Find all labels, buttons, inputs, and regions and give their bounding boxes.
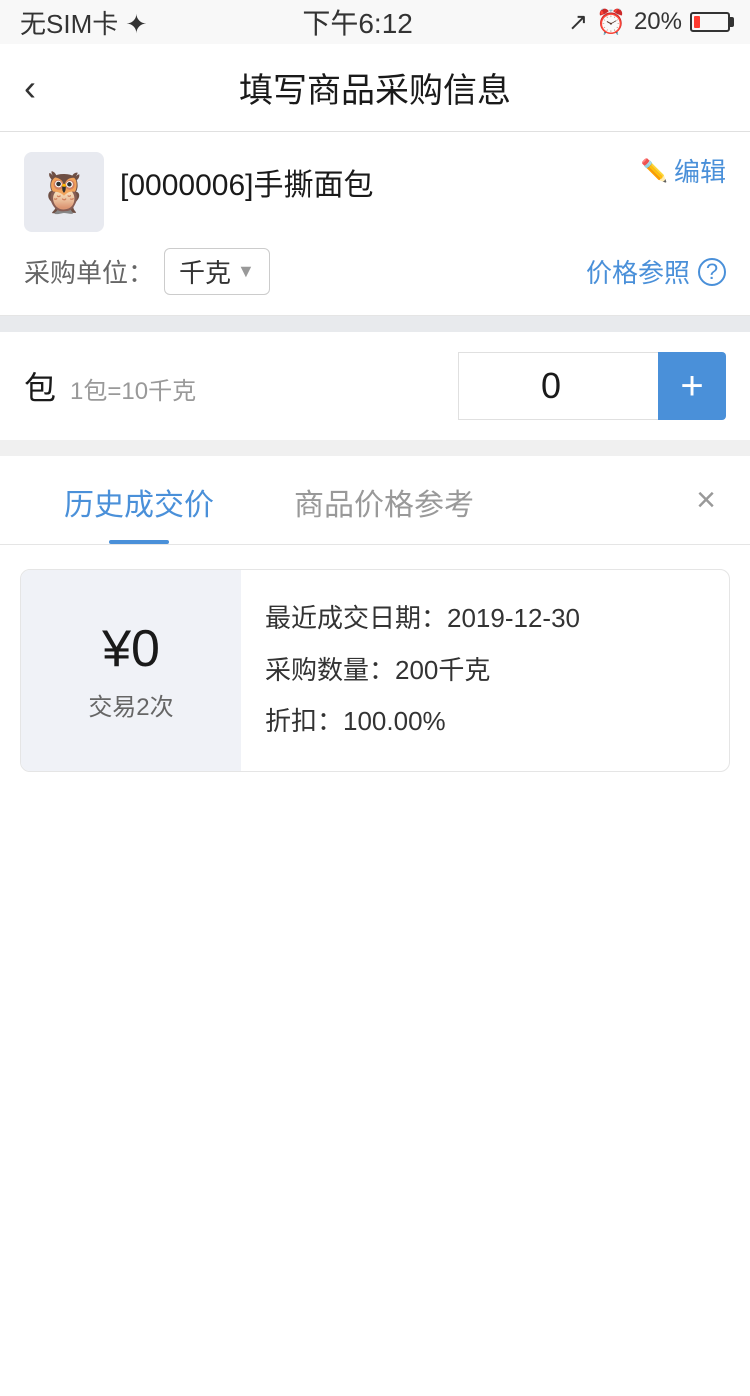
battery-icon <box>690 12 730 32</box>
price-ref-help-icon: ? <box>698 258 726 286</box>
recent-date-row: 最近成交日期：2019-12-30 <box>265 598 705 640</box>
tab-product-ref-label: 商品价格参考 <box>294 489 474 522</box>
carrier-text: 无SIM卡 ✦ <box>20 4 147 41</box>
status-bar: 无SIM卡 ✦ 下午6:12 ↗ ⏰ 20% <box>0 0 750 44</box>
tab-history-label: 历史成交价 <box>64 489 214 522</box>
purchase-quantity-row: 采购数量：200千克 <box>265 650 705 692</box>
dropdown-arrow-icon: ▼ <box>237 261 255 282</box>
history-card-left: ¥0 交易2次 <box>21 570 241 771</box>
navigation-icon: ↗ <box>568 8 588 37</box>
battery-percent: 20% <box>634 8 682 36</box>
tabs-left: 历史成交价 商品价格参考 <box>24 456 514 544</box>
plus-icon: + <box>680 364 703 409</box>
price-value: 0 <box>131 620 160 678</box>
product-unit-row: 采购单位： 千克 ▼ 价格参照 ? <box>24 248 726 295</box>
edit-button[interactable]: ✏️ 编辑 <box>641 152 726 189</box>
quantity-sub-label: 1包=10千克 <box>70 371 196 406</box>
back-icon: ‹ <box>24 67 36 109</box>
unit-left: 采购单位： 千克 ▼ <box>24 248 270 295</box>
back-button[interactable]: ‹ <box>24 67 36 109</box>
quantity-detail-label: 采购数量： <box>265 655 395 685</box>
tabs-panel: 历史成交价 商品价格参考 × ¥0 交易2次 最近成交日期：2019-12-30… <box>0 456 750 1396</box>
history-trade-count: 交易2次 <box>88 687 173 722</box>
quantity-input[interactable] <box>458 352 658 420</box>
quantity-row: 包 1包=10千克 + <box>0 332 750 440</box>
quantity-input-group: + <box>458 352 726 420</box>
unit-select-dropdown[interactable]: 千克 ▼ <box>164 248 270 295</box>
discount-label: 折扣： <box>265 706 343 736</box>
product-top-row: 🦉 [0000006]手撕面包 ✏️ 编辑 <box>24 152 726 232</box>
nav-bar: ‹ 填写商品采购信息 <box>0 44 750 132</box>
content-bottom <box>0 796 750 1396</box>
recent-date-value: 2019-12-30 <box>447 603 580 633</box>
unit-value: 千克 <box>179 253 231 290</box>
edit-label: 编辑 <box>674 152 726 189</box>
close-icon: × <box>696 481 716 519</box>
edit-icon: ✏️ <box>641 158 668 184</box>
history-card: ¥0 交易2次 最近成交日期：2019-12-30 采购数量：200千克 折扣：… <box>20 569 730 772</box>
tabs-header: 历史成交价 商品价格参考 × <box>0 456 750 545</box>
tabs-close-button[interactable]: × <box>686 471 726 530</box>
status-right: ↗ ⏰ 20% <box>568 8 730 37</box>
product-left: 🦉 [0000006]手撕面包 <box>24 152 373 232</box>
quantity-label-group: 包 1包=10千克 <box>24 363 196 409</box>
alarm-icon: ⏰ <box>596 8 626 37</box>
tab-history-price[interactable]: 历史成交价 <box>24 456 254 544</box>
quantity-detail-value: 200千克 <box>395 655 490 685</box>
product-name: [0000006]手撕面包 <box>120 152 373 204</box>
unit-label: 采购单位： <box>24 253 154 290</box>
history-price: ¥0 <box>102 619 160 679</box>
product-image-icon: 🦉 <box>39 169 89 216</box>
discount-value: 100.00% <box>343 706 446 736</box>
price-ref-label: 价格参照 <box>586 253 690 290</box>
history-card-right: 最近成交日期：2019-12-30 采购数量：200千克 折扣：100.00% <box>241 570 729 771</box>
recent-date-label: 最近成交日期： <box>265 603 447 633</box>
status-left: 无SIM卡 ✦ <box>20 4 147 41</box>
section-divider <box>0 316 750 332</box>
question-mark: ? <box>706 259 718 285</box>
quantity-unit: 包 <box>24 363 56 409</box>
currency-symbol: ¥ <box>102 620 131 678</box>
price-reference-button[interactable]: 价格参照 ? <box>586 253 726 290</box>
quantity-plus-button[interactable]: + <box>658 352 726 420</box>
tab-product-price-ref[interactable]: 商品价格参考 <box>254 456 514 544</box>
product-card: 🦉 [0000006]手撕面包 ✏️ 编辑 采购单位： 千克 ▼ 价格参照 ? <box>0 132 750 316</box>
page-title: 填写商品采购信息 <box>239 63 511 112</box>
product-thumbnail: 🦉 <box>24 152 104 232</box>
discount-row: 折扣：100.00% <box>265 701 705 743</box>
status-time: 下午6:12 <box>302 2 413 42</box>
